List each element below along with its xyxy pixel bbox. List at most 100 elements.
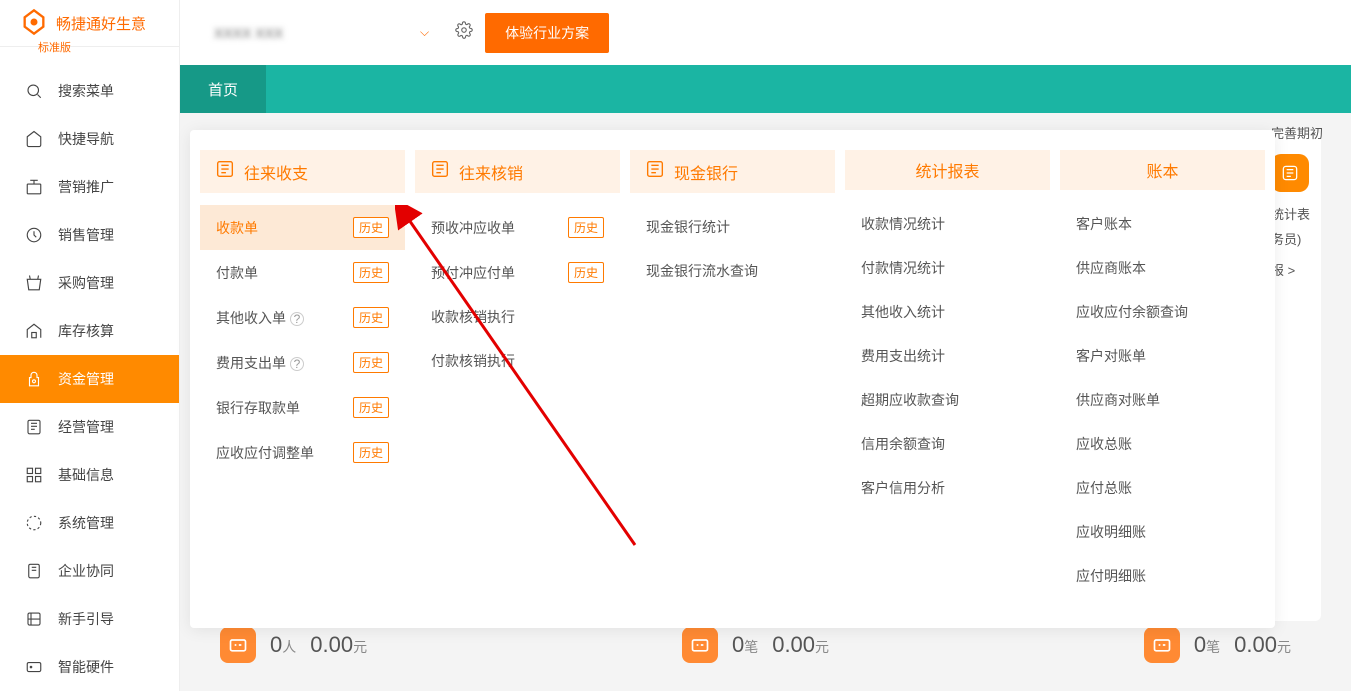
mega-item-label: 供应商对账单 [1076, 390, 1160, 410]
mega-list: 现金银行统计现金银行流水查询 [630, 205, 835, 293]
mega-item[interactable]: 应付总账 [1060, 466, 1265, 510]
mega-item-label: 应付明细账 [1076, 566, 1146, 586]
sidebar-item[interactable]: 新手引导 [0, 595, 179, 643]
stat-amount: 0.00元 [1234, 632, 1291, 658]
mega-item[interactable]: 应收明细账 [1060, 510, 1265, 554]
mega-column: 现金银行现金银行统计现金银行流水查询 [630, 150, 835, 598]
history-badge[interactable]: 历史 [353, 307, 389, 328]
history-badge[interactable]: 历史 [568, 217, 604, 238]
sidebar-item-label: 库存核算 [58, 321, 114, 341]
mega-column-header: 统计报表 [845, 150, 1050, 190]
sidebar-item-label: 智能硬件 [58, 657, 114, 677]
mega-item[interactable]: 付款单历史 [200, 250, 405, 295]
mega-column-header: 往来收支 [200, 150, 405, 193]
mega-column: 往来核销预收冲应收单历史预付冲应付单历史收款核销执行付款核销执行 [415, 150, 620, 598]
stat-icon [1271, 154, 1309, 192]
sidebar-item[interactable]: 快捷导航 [0, 115, 179, 163]
wallet-icon [220, 627, 256, 663]
stat-group: 0笔0.00元 [682, 627, 829, 663]
sidebar-item[interactable]: 智能硬件 [0, 643, 179, 691]
mega-item[interactable]: 供应商账本 [1060, 246, 1265, 290]
mega-column-title: 账本 [1146, 158, 1178, 182]
mega-item-label: 超期应收款查询 [861, 390, 959, 410]
sidebar-item[interactable]: 营销推广 [0, 163, 179, 211]
help-icon[interactable]: ? [290, 312, 304, 326]
mega-column-title: 现金银行 [674, 160, 738, 184]
mega-item[interactable]: 其他收入单?历史 [200, 295, 405, 340]
mega-item-label: 费用支出统计 [861, 346, 945, 366]
mega-item[interactable]: 收款核销执行 [415, 295, 620, 339]
mega-item-label: 收款情况统计 [861, 214, 945, 234]
mega-item[interactable]: 收款情况统计 [845, 202, 1050, 246]
settings-button[interactable] [455, 21, 473, 44]
mega-column: 往来收支收款单历史付款单历史其他收入单?历史费用支出单?历史银行存取款单历史应收… [200, 150, 405, 598]
help-icon[interactable]: ? [290, 357, 304, 371]
sidebar-item[interactable]: 企业协同 [0, 547, 179, 595]
mega-item[interactable]: 付款核销执行 [415, 339, 620, 383]
topbar: XXXX XXX ⌵ 体验行业方案 [180, 0, 1351, 65]
mega-item-label: 付款情况统计 [861, 258, 945, 278]
mega-item[interactable]: 客户信用分析 [845, 466, 1050, 510]
mega-item-label: 客户对账单 [1076, 346, 1146, 366]
history-badge[interactable]: 历史 [353, 217, 389, 238]
history-badge[interactable]: 历史 [353, 397, 389, 418]
company-name: XXXX XXX [214, 25, 414, 41]
mega-item-label: 客户账本 [1076, 214, 1132, 234]
sidebar-item-label: 搜索菜单 [58, 81, 114, 101]
mega-item[interactable]: 费用支出统计 [845, 334, 1050, 378]
right-panel-text: 统计表 务员) [1271, 204, 1310, 248]
mega-item[interactable]: 超期应收款查询 [845, 378, 1050, 422]
mega-list: 收款单历史付款单历史其他收入单?历史费用支出单?历史银行存取款单历史应收应付调整… [200, 205, 405, 475]
sidebar-item-label: 资金管理 [58, 369, 114, 389]
sidebar-item[interactable]: 搜索菜单 [0, 67, 179, 115]
sidebar-item[interactable]: 资金管理 [0, 355, 179, 403]
mega-item[interactable]: 付款情况统计 [845, 246, 1050, 290]
sidebar-item-label: 企业协同 [58, 561, 114, 581]
sidebar-item-label: 快捷导航 [58, 129, 114, 149]
sidebar-item[interactable]: 经营管理 [0, 403, 179, 451]
sidebar-item[interactable]: 采购管理 [0, 259, 179, 307]
history-badge[interactable]: 历史 [568, 262, 604, 283]
mega-item[interactable]: 预收冲应收单历史 [415, 205, 620, 250]
sidebar-item[interactable]: 库存核算 [0, 307, 179, 355]
sidebar-item[interactable]: 系统管理 [0, 499, 179, 547]
mega-item[interactable]: 收款单历史 [200, 205, 405, 250]
stat-count: 0笔 [1194, 632, 1220, 658]
sidebar-menu: 搜索菜单快捷导航营销推广销售管理采购管理库存核算资金管理经营管理基础信息系统管理… [0, 59, 179, 699]
mega-item[interactable]: 应付明细账 [1060, 554, 1265, 598]
cta-button[interactable]: 体验行业方案 [485, 13, 609, 53]
right-panel-card[interactable] [1271, 154, 1309, 192]
mega-item[interactable]: 银行存取款单历史 [200, 385, 405, 430]
mega-item[interactable]: 信用余额查询 [845, 422, 1050, 466]
mega-item[interactable]: 客户账本 [1060, 202, 1265, 246]
mega-item[interactable]: 其他收入统计 [845, 290, 1050, 334]
mega-item[interactable]: 现金银行统计 [630, 205, 835, 249]
mega-item[interactable]: 现金银行流水查询 [630, 249, 835, 293]
mega-item[interactable]: 费用支出单? 历史 [200, 340, 405, 385]
mega-item[interactable]: 供应商对账单 [1060, 378, 1265, 422]
history-badge[interactable]: 历史 [353, 262, 389, 283]
company-selector[interactable]: XXXX XXX ⌵ [200, 19, 443, 47]
right-panel-link[interactable]: 完善期初 [1271, 123, 1323, 142]
tab-home[interactable]: 首页 [180, 65, 266, 113]
sidebar-item-label: 采购管理 [58, 273, 114, 293]
wallet-icon [1144, 627, 1180, 663]
sidebar-item-label: 新手引导 [58, 609, 114, 629]
mega-item[interactable]: 应收总账 [1060, 422, 1265, 466]
mega-item-label: 信用余额查询 [861, 434, 945, 454]
history-badge[interactable]: 历史 [353, 442, 389, 463]
sidebar-item[interactable]: 基础信息 [0, 451, 179, 499]
sidebar-item[interactable]: 销售管理 [0, 211, 179, 259]
history-badge[interactable]: 历史 [353, 352, 389, 373]
mega-menu: 往来收支收款单历史付款单历史其他收入单?历史费用支出单?历史银行存取款单历史应收… [190, 130, 1275, 628]
menu-icon [24, 321, 44, 341]
mega-item[interactable]: 预付冲应付单历史 [415, 250, 620, 295]
brand-name: 畅捷通好生意 [56, 13, 146, 34]
mega-item[interactable]: 客户对账单 [1060, 334, 1265, 378]
menu-icon [24, 513, 44, 533]
chevron-down-icon: ⌵ [420, 25, 429, 40]
brand-sub: 标准版 [0, 39, 179, 55]
mega-item[interactable]: 应收应付余额查询 [1060, 290, 1265, 334]
mega-item-label: 费用支出单? [216, 353, 304, 373]
mega-item[interactable]: 应收应付调整单历史 [200, 430, 405, 475]
